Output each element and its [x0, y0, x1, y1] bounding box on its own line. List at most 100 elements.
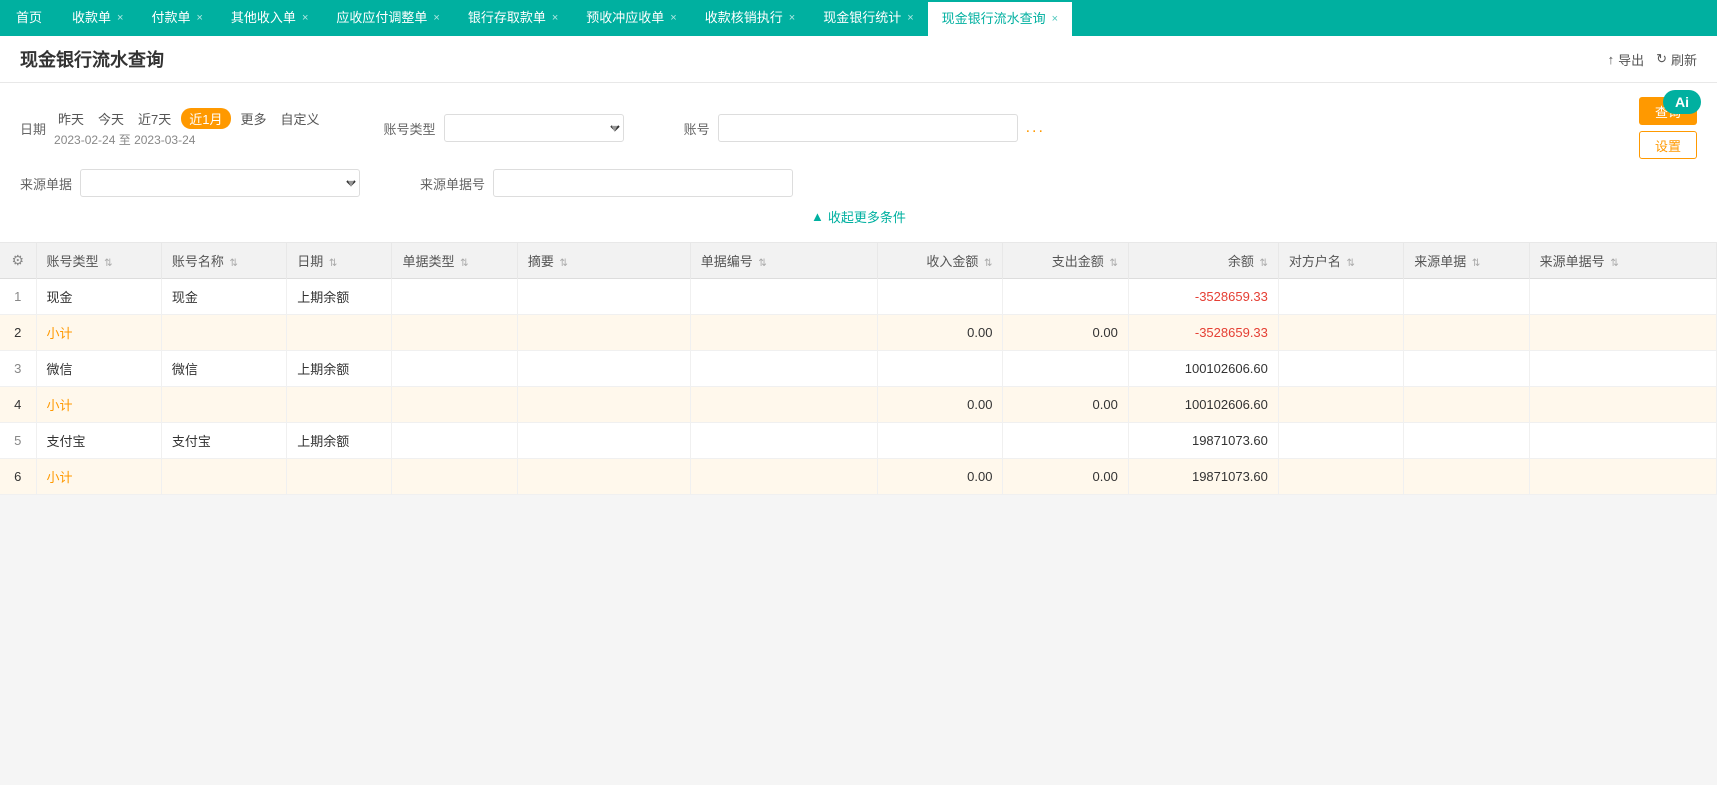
settings-button[interactable]: 设置: [1639, 131, 1697, 159]
close-icon[interactable]: ×: [1052, 1, 1058, 36]
row-balance: 19871073.60: [1128, 459, 1278, 495]
row-source-doc-no: [1529, 459, 1716, 495]
row-summary: [517, 387, 690, 423]
table-row[interactable]: 6 小计 0.00 0.00 19871073.60: [0, 459, 1717, 495]
export-button[interactable]: ↑ 导出: [1608, 50, 1645, 69]
row-num: 3: [0, 351, 36, 387]
row-source-doc-no: [1529, 279, 1716, 315]
close-icon[interactable]: ×: [789, 0, 795, 36]
table-row[interactable]: 5 支付宝 支付宝 上期余额 19871073.60: [0, 423, 1717, 459]
close-icon[interactable]: ×: [433, 0, 439, 36]
row-account-name: 支付宝: [161, 423, 286, 459]
row-account-name: [161, 387, 286, 423]
close-icon[interactable]: ×: [302, 0, 308, 36]
th-doc-no[interactable]: 单据编号 ⇅: [690, 243, 877, 279]
collapse-bar[interactable]: ▲ 收起更多条件: [20, 201, 1697, 228]
row-num: 2: [0, 315, 36, 351]
date-shortcut-today[interactable]: 今天: [94, 108, 128, 129]
row-doc-no: [690, 459, 877, 495]
source-doc-filter-group: 来源单据 ▾: [20, 169, 360, 197]
row-doc-type: [392, 423, 517, 459]
row-income: 0.00: [878, 387, 1003, 423]
nav-tab-现金银行流水查询[interactable]: 现金银行流水查询 ×: [928, 0, 1072, 36]
table-row[interactable]: 1 现金 现金 上期余额 -3528659.33: [0, 279, 1717, 315]
th-source-doc-no[interactable]: 来源单据号 ⇅: [1529, 243, 1716, 279]
close-icon[interactable]: ×: [117, 0, 123, 36]
top-navigation: 首页 收款单 × 付款单 × 其他收入单 × 应收应付调整单 × 银行存取款单 …: [0, 0, 1717, 36]
row-doc-type: [392, 279, 517, 315]
page-title: 现金银行流水查询: [20, 46, 164, 72]
nav-tab-付款单[interactable]: 付款单 ×: [137, 0, 216, 36]
date-range-display: 2023-02-24 至 2023-03-24: [54, 131, 324, 148]
nav-tab-收款核销执行[interactable]: 收款核销执行 ×: [691, 0, 809, 36]
close-icon[interactable]: ×: [670, 0, 676, 36]
date-shortcuts-group: 昨天 今天 近7天 近1月 更多 自定义 2023-02-24 至 2023-0…: [54, 108, 324, 148]
row-source-doc: [1404, 423, 1529, 459]
row-source-doc-no: [1529, 387, 1716, 423]
nav-tab-收款单[interactable]: 收款单 ×: [58, 0, 137, 36]
collapse-up-icon: ▲: [811, 209, 824, 224]
ai-badge[interactable]: Ai: [1663, 90, 1701, 114]
table-row[interactable]: 4 小计 0.00 0.00 100102606.60: [0, 387, 1717, 423]
refresh-button[interactable]: ↻ 刷新: [1656, 50, 1697, 69]
th-account-name[interactable]: 账号名称 ⇅: [161, 243, 286, 279]
th-summary[interactable]: 摘要 ⇅: [517, 243, 690, 279]
source-doc-select[interactable]: [80, 169, 360, 197]
row-date: [287, 315, 392, 351]
row-source-doc: [1404, 387, 1529, 423]
row-doc-no: [690, 315, 877, 351]
table-row[interactable]: 2 小计 0.00 0.00 -3528659.33: [0, 315, 1717, 351]
export-icon: ↑: [1608, 52, 1615, 67]
close-icon[interactable]: ×: [552, 0, 558, 36]
row-counterparty: [1278, 315, 1403, 351]
row-expense: 0.00: [1003, 315, 1128, 351]
close-icon[interactable]: ×: [907, 0, 913, 36]
nav-tab-其他收入单[interactable]: 其他收入单 ×: [217, 0, 322, 36]
gear-icon[interactable]: ⚙: [11, 252, 24, 268]
source-doc-no-label: 来源单据号: [420, 174, 485, 193]
row-account-type: 微信: [36, 351, 161, 387]
th-settings[interactable]: ⚙: [0, 243, 36, 279]
filter-row-1: 日期 昨天 今天 近7天 近1月 更多 自定义 2023-02-24 至 202…: [20, 97, 1697, 159]
account-type-select[interactable]: 现金 微信 支付宝: [444, 114, 624, 142]
row-balance: -3528659.33: [1128, 315, 1278, 351]
row-income: 0.00: [878, 459, 1003, 495]
th-expense[interactable]: 支出金额 ⇅: [1003, 243, 1128, 279]
source-doc-no-input[interactable]: [493, 169, 793, 197]
date-shortcut-custom[interactable]: 自定义: [277, 108, 324, 129]
close-icon[interactable]: ×: [196, 0, 202, 36]
row-summary: [517, 315, 690, 351]
data-table-container: ⚙ 账号类型 ⇅ 账号名称 ⇅ 日期 ⇅ 单据类型 ⇅: [0, 243, 1717, 495]
date-shortcut-more[interactable]: 更多: [237, 108, 271, 129]
row-doc-type: [392, 351, 517, 387]
row-doc-no: [690, 423, 877, 459]
nav-home[interactable]: 首页: [0, 0, 58, 36]
nav-tab-应收应付调整单[interactable]: 应收应付调整单 ×: [322, 0, 453, 36]
row-income: [878, 351, 1003, 387]
table-row[interactable]: 3 微信 微信 上期余额 100102606.60: [0, 351, 1717, 387]
row-expense: [1003, 279, 1128, 315]
th-balance[interactable]: 余额 ⇅: [1128, 243, 1278, 279]
th-counterparty[interactable]: 对方户名 ⇅: [1278, 243, 1403, 279]
row-counterparty: [1278, 423, 1403, 459]
th-date[interactable]: 日期 ⇅: [287, 243, 392, 279]
source-doc-select-wrapper: ▾: [80, 169, 360, 197]
th-account-type[interactable]: 账号类型 ⇅: [36, 243, 161, 279]
nav-tab-现金银行统计[interactable]: 现金银行统计 ×: [809, 0, 927, 36]
nav-tab-预收冲应收单[interactable]: 预收冲应收单 ×: [572, 0, 690, 36]
th-doc-type[interactable]: 单据类型 ⇅: [392, 243, 517, 279]
th-source-doc[interactable]: 来源单据 ⇅: [1404, 243, 1529, 279]
data-table: ⚙ 账号类型 ⇅ 账号名称 ⇅ 日期 ⇅ 单据类型 ⇅: [0, 243, 1717, 495]
date-shortcut-7days[interactable]: 近7天: [134, 108, 175, 129]
date-shortcut-yesterday[interactable]: 昨天: [54, 108, 88, 129]
sort-icon: ⇅: [104, 258, 112, 269]
row-source-doc: [1404, 315, 1529, 351]
nav-tab-银行存取款单[interactable]: 银行存取款单 ×: [454, 0, 572, 36]
row-expense: 0.00: [1003, 387, 1128, 423]
date-shortcut-1month[interactable]: 近1月: [181, 108, 230, 129]
account-number-dots-button[interactable]: ...: [1026, 119, 1045, 137]
account-number-input[interactable]: [718, 114, 1018, 142]
row-account-name: [161, 315, 286, 351]
th-income[interactable]: 收入金额 ⇅: [878, 243, 1003, 279]
row-balance: 100102606.60: [1128, 351, 1278, 387]
